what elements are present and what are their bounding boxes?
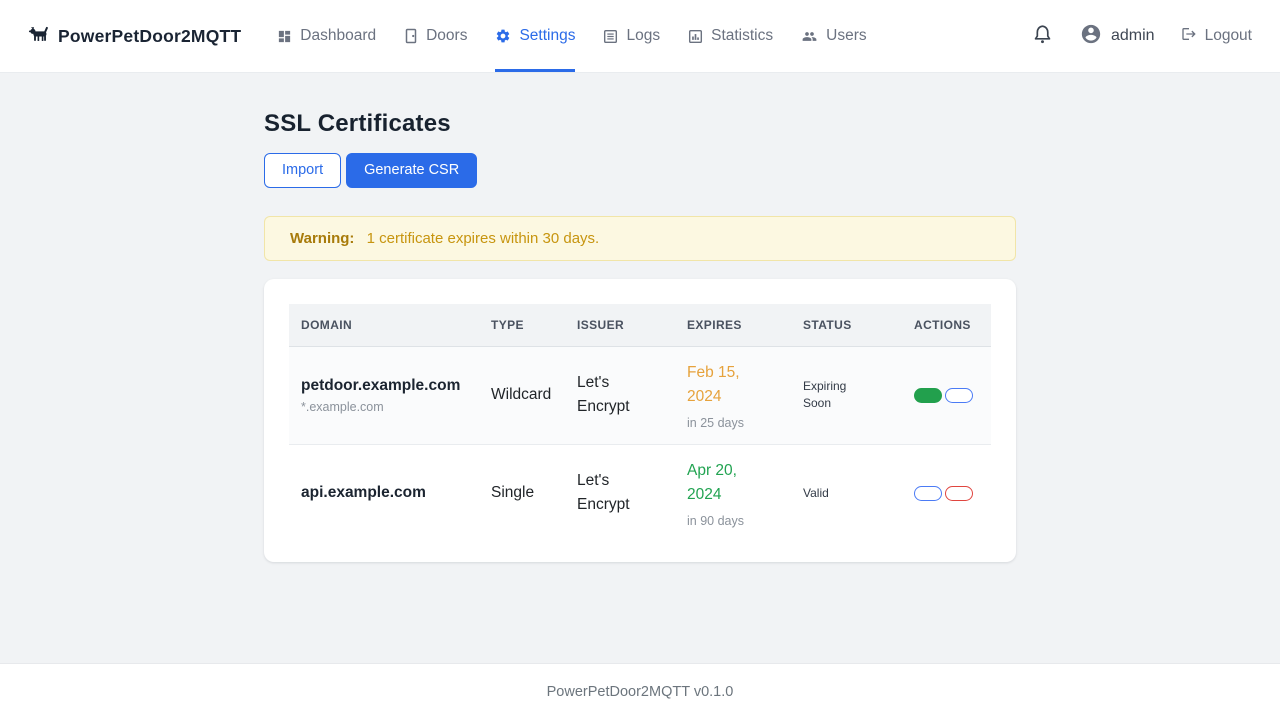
nav-label: Doors xyxy=(426,27,468,44)
page-title: SSL Certificates xyxy=(264,110,451,137)
brand: PowerPetDoor2MQTT xyxy=(28,25,241,47)
column-header-issuer: Issuer xyxy=(565,303,675,347)
domain-alt-name: *.example.com xyxy=(301,399,384,414)
domain-name: api.example.com xyxy=(301,484,426,502)
logout-button[interactable]: Logout xyxy=(1181,26,1252,47)
main-content: SSL Certificates Import Generate CSR War… xyxy=(0,73,1280,663)
generate-csr-button[interactable]: Generate CSR xyxy=(346,153,478,188)
table-header-row: Domain Type Issuer Expires Status Action… xyxy=(289,303,991,347)
nav-label: Settings xyxy=(519,27,576,44)
footer-version-text: PowerPetDoor2MQTT v0.1.0 xyxy=(546,684,734,700)
users-icon xyxy=(801,29,818,44)
door-icon xyxy=(404,28,418,44)
column-header-type: Type xyxy=(479,303,565,347)
page-footer: PowerPetDoor2MQTT v0.1.0 xyxy=(0,663,1280,720)
gear-icon xyxy=(495,28,511,44)
main-nav: Dashboard Doors Settings Logs Statistics… xyxy=(277,0,867,72)
nav-item-settings[interactable]: Settings xyxy=(495,0,576,72)
table-row: api.example.com Single Let's Encrypt Apr… xyxy=(289,444,991,542)
status-text: Expiring Soon xyxy=(803,378,847,411)
top-navbar: PowerPetDoor2MQTT Dashboard Doors Settin… xyxy=(0,0,1280,73)
nav-label: Users xyxy=(826,27,867,44)
statistics-icon xyxy=(688,29,703,44)
action-button-blue[interactable] xyxy=(945,387,973,403)
username-text: admin xyxy=(1111,27,1155,44)
import-button[interactable]: Import xyxy=(264,153,342,188)
nav-label: Statistics xyxy=(711,27,774,44)
nav-label: Dashboard xyxy=(300,27,377,44)
user-chip[interactable]: admin xyxy=(1080,23,1155,50)
logs-icon xyxy=(603,29,618,44)
status-text: Valid xyxy=(803,486,829,501)
logout-icon xyxy=(1181,26,1197,47)
navbar-right: admin Logout xyxy=(1031,22,1252,50)
domain-name: petdoor.example.com xyxy=(301,376,461,394)
column-header-status: Status xyxy=(791,303,902,347)
nav-item-users[interactable]: Users xyxy=(801,0,867,72)
cert-issuer: Let's Encrypt xyxy=(577,374,630,416)
dashboard-grid-icon xyxy=(277,29,292,44)
nav-item-logs[interactable]: Logs xyxy=(603,0,660,72)
column-header-actions: Actions xyxy=(902,303,991,347)
action-button-blue[interactable] xyxy=(914,485,942,501)
bell-icon xyxy=(1033,24,1052,48)
expires-date: Apr 20, 2024 xyxy=(687,461,737,503)
notifications-bell-button[interactable] xyxy=(1031,22,1054,50)
nav-label: Logs xyxy=(626,27,661,44)
warning-message: 1 certificate expires within 30 days. xyxy=(366,229,600,247)
toolbar: Import Generate CSR xyxy=(264,153,1016,188)
nav-item-doors[interactable]: Doors xyxy=(404,0,467,72)
nav-item-dashboard[interactable]: Dashboard xyxy=(277,0,376,72)
expires-date: Feb 15, 2024 xyxy=(687,363,740,405)
certificates-table: Domain Type Issuer Expires Status Action… xyxy=(289,303,991,542)
avatar-icon xyxy=(1080,23,1102,50)
expires-relative: in 25 days xyxy=(687,415,744,430)
action-button-green[interactable] xyxy=(914,387,942,403)
cert-issuer: Let's Encrypt xyxy=(577,472,630,514)
nav-item-statistics[interactable]: Statistics xyxy=(688,0,773,72)
action-button-red[interactable] xyxy=(945,485,973,501)
certificates-card: Domain Type Issuer Expires Status Action… xyxy=(264,278,1016,562)
logout-label: Logout xyxy=(1204,27,1252,44)
warning-banner: Warning: 1 certificate expires within 30… xyxy=(264,215,1016,261)
column-header-domain: Domain xyxy=(289,303,479,347)
brand-title: PowerPetDoor2MQTT xyxy=(58,25,242,46)
warning-label: Warning: xyxy=(290,229,355,247)
table-row: petdoor.example.com *.example.com Wildca… xyxy=(289,346,991,445)
dog-logo-icon xyxy=(28,25,49,47)
expires-relative: in 90 days xyxy=(687,513,744,528)
column-header-expires: Expires xyxy=(675,303,791,347)
cert-type: Single xyxy=(491,484,535,502)
cert-type: Wildcard xyxy=(491,386,552,404)
